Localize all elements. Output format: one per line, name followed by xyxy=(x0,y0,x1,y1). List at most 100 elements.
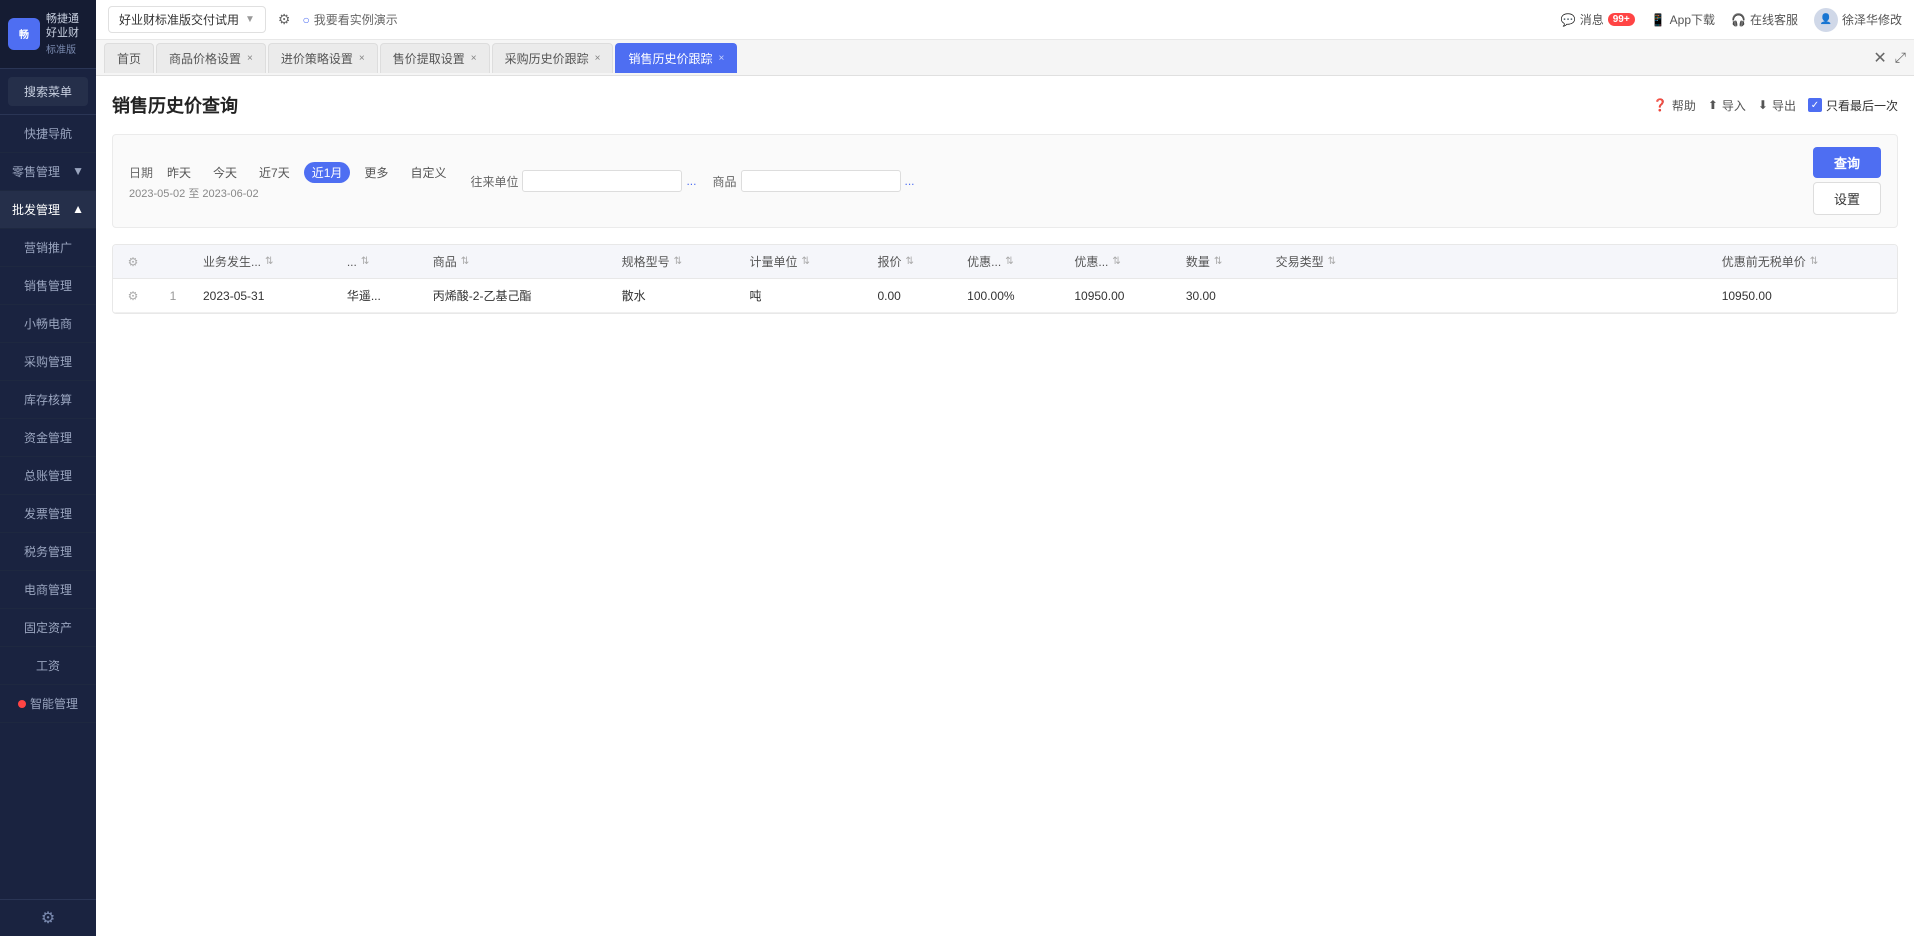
data-table-container: ⚙ 业务发生... ⇅ ... ⇅ xyxy=(112,244,1898,314)
page-header: 销售历史价查询 ❓ 帮助 ⬆ 导入 ⬇ 导出 ✓ 只 xyxy=(112,92,1898,118)
topbar-settings-icon[interactable]: ⚙ xyxy=(278,11,291,28)
sidebar-item-marketing[interactable]: 营销推广 xyxy=(0,229,96,267)
tab-purchase-strategy-label: 进价策略设置 xyxy=(281,50,353,67)
message-button[interactable]: 💬 消息 99+ xyxy=(1561,11,1635,28)
sidebar-item-payroll[interactable]: 工资 xyxy=(0,647,96,685)
version-selector[interactable]: 好业财标准版交付试用 ▼ xyxy=(108,6,266,33)
tabbar-expand-button[interactable]: ⤢ xyxy=(1895,49,1906,66)
tabbar: 首页 商品价格设置 × 进价策略设置 × 售价提取设置 × 采购历史价跟踪 × … xyxy=(96,40,1914,76)
cell-price: 0.00 xyxy=(867,279,957,313)
app-logo-icon: 畅 xyxy=(8,18,40,50)
only-last-checkbox[interactable]: ✓ 只看最后一次 xyxy=(1808,97,1898,114)
date-label: 日期 xyxy=(129,164,153,181)
sidebar-settings-button[interactable]: ⚙ xyxy=(41,908,55,928)
sidebar-item-fixed-assets[interactable]: 固定资产 xyxy=(0,609,96,647)
col-biz-date[interactable]: 业务发生... ⇅ xyxy=(193,245,337,279)
table-gear-icon[interactable]: ⚙ xyxy=(128,255,139,269)
search-menu-button[interactable]: 搜索菜单 xyxy=(8,77,88,106)
sidebar-search-section: 搜索菜单 xyxy=(0,69,96,115)
export-button[interactable]: ⬇ 导出 xyxy=(1758,97,1796,114)
settings-button[interactable]: 设置 xyxy=(1813,182,1881,215)
sidebar-item-intelligent[interactable]: 智能管理 xyxy=(0,685,96,723)
demo-label: 我要看实例演示 xyxy=(314,11,398,28)
date-opt-last1m[interactable]: 近1月 xyxy=(304,162,351,183)
tabbar-close-button[interactable]: ✕ xyxy=(1873,48,1886,68)
tab-product-price[interactable]: 商品价格设置 × xyxy=(156,43,266,73)
wholesale-arrow-icon: ▲ xyxy=(72,202,84,216)
date-opt-custom[interactable]: 自定义 xyxy=(402,162,454,183)
tab-purchase-strategy[interactable]: 进价策略设置 × xyxy=(268,43,378,73)
tab-sales-history[interactable]: 销售历史价跟踪 × xyxy=(615,43,737,73)
product-more-btn[interactable]: ... xyxy=(905,174,915,188)
product-filter: 商品 ... xyxy=(712,170,914,192)
sidebar-item-ecommerce-small[interactable]: 小畅电商 xyxy=(0,305,96,343)
cell-spec: 散水 xyxy=(612,279,740,313)
col-trans-type[interactable]: 交易类型 ⇅ xyxy=(1266,245,1394,279)
row-gear-icon[interactable]: ⚙ xyxy=(128,289,139,303)
tab-sales-history-close[interactable]: × xyxy=(718,53,724,64)
col-price-label: 报价 xyxy=(877,253,901,270)
demo-link[interactable]: ○ 我要看实例演示 xyxy=(302,11,397,28)
col-spec[interactable]: 规格型号 ⇅ xyxy=(612,245,740,279)
sidebar-item-finance[interactable]: 资金管理 xyxy=(0,419,96,457)
sidebar-item-invoice[interactable]: 发票管理 xyxy=(0,495,96,533)
headset-icon: 🎧 xyxy=(1731,13,1746,27)
help-button[interactable]: ❓ 帮助 xyxy=(1653,97,1696,114)
source-unit-more-btn[interactable]: ... xyxy=(686,174,696,188)
tab-price-extract[interactable]: 售价提取设置 × xyxy=(380,43,490,73)
col-unit[interactable]: 计量单位 ⇅ xyxy=(740,245,868,279)
date-opt-more[interactable]: 更多 xyxy=(356,162,396,183)
sort-icon-extra: ⇅ xyxy=(361,256,369,267)
date-opt-last7[interactable]: 近7天 xyxy=(251,162,298,183)
tab-product-price-close[interactable]: × xyxy=(247,53,253,64)
sidebar-item-tax[interactable]: 税务管理 xyxy=(0,533,96,571)
query-button[interactable]: 查询 xyxy=(1813,147,1881,178)
tab-purchase-history-close[interactable]: × xyxy=(595,53,601,64)
source-unit-label: 往来单位 xyxy=(470,173,518,190)
tab-home[interactable]: 首页 xyxy=(104,43,154,73)
app-download-button[interactable]: 📱 App下载 xyxy=(1651,11,1715,28)
topbar: 好业财标准版交付试用 ▼ ⚙ ○ 我要看实例演示 💬 消息 99+ 📱 App下… xyxy=(96,0,1914,40)
sort-icon-spec: ⇅ xyxy=(674,256,682,267)
col-price[interactable]: 报价 ⇅ xyxy=(867,245,957,279)
user-menu[interactable]: 👤 徐泽华修改 xyxy=(1814,8,1902,32)
tab-price-extract-close[interactable]: × xyxy=(471,53,477,64)
sidebar-item-general-ledger[interactable]: 总账管理 xyxy=(0,457,96,495)
sort-icon-pretax-price: ⇅ xyxy=(1810,256,1818,267)
cell-trans-type xyxy=(1266,279,1394,313)
import-button[interactable]: ⬆ 导入 xyxy=(1708,97,1746,114)
col-discount-price-label: 优惠... xyxy=(1074,253,1108,270)
date-options: 昨天 今天 近7天 近1月 更多 自定义 xyxy=(159,162,454,183)
sidebar-item-sales[interactable]: 销售管理 xyxy=(0,267,96,305)
sidebar-item-wholesale[interactable]: 批发管理 ▲ xyxy=(0,191,96,229)
col-discount-price[interactable]: 优惠... ⇅ xyxy=(1064,245,1175,279)
col-discount-rate[interactable]: 优惠... ⇅ xyxy=(957,245,1064,279)
date-opt-yesterday[interactable]: 昨天 xyxy=(159,162,199,183)
online-service-button[interactable]: 🎧 在线客服 xyxy=(1731,11,1798,28)
source-unit-input[interactable] xyxy=(522,170,682,192)
sidebar-item-inventory[interactable]: 库存核算 xyxy=(0,381,96,419)
export-icon: ⬇ xyxy=(1758,98,1768,112)
col-product-label: 商品 xyxy=(433,253,457,270)
col-product[interactable]: 商品 ⇅ xyxy=(423,245,612,279)
filter-bar: 日期 昨天 今天 近7天 近1月 更多 自定义 2023-05-02 至 202… xyxy=(112,134,1898,228)
product-input[interactable] xyxy=(741,170,901,192)
sidebar-item-purchase[interactable]: 采购管理 xyxy=(0,343,96,381)
col-pretax-price[interactable]: 优惠前无税单价 ⇅ xyxy=(1712,245,1897,279)
sidebar-item-ecommerce[interactable]: 电商管理 xyxy=(0,571,96,609)
col-quantity[interactable]: 数量 ⇅ xyxy=(1176,245,1266,279)
tab-purchase-strategy-close[interactable]: × xyxy=(359,53,365,64)
cell-quantity: 30.00 xyxy=(1176,279,1266,313)
sidebar: 畅 畅捷通好业财 标准版 搜索菜单 快捷导航 零售管理 ▼ 批发管理 ▲ 营销推… xyxy=(0,0,96,936)
app-name: 畅捷通好业财 xyxy=(46,12,88,41)
col-pretax-price-label: 优惠前无税单价 xyxy=(1722,253,1806,270)
sidebar-item-quick-nav[interactable]: 快捷导航 xyxy=(0,115,96,153)
cell-gear: ⚙ xyxy=(113,279,153,313)
sidebar-item-retail[interactable]: 零售管理 ▼ xyxy=(0,153,96,191)
date-opt-today[interactable]: 今天 xyxy=(205,162,245,183)
sort-icon-price: ⇅ xyxy=(905,256,913,267)
col-extra[interactable]: ... ⇅ xyxy=(337,245,423,279)
page-content: 销售历史价查询 ❓ 帮助 ⬆ 导入 ⬇ 导出 ✓ 只 xyxy=(96,76,1914,936)
tab-purchase-history[interactable]: 采购历史价跟踪 × xyxy=(492,43,614,73)
cell-spacer xyxy=(1393,279,1711,313)
